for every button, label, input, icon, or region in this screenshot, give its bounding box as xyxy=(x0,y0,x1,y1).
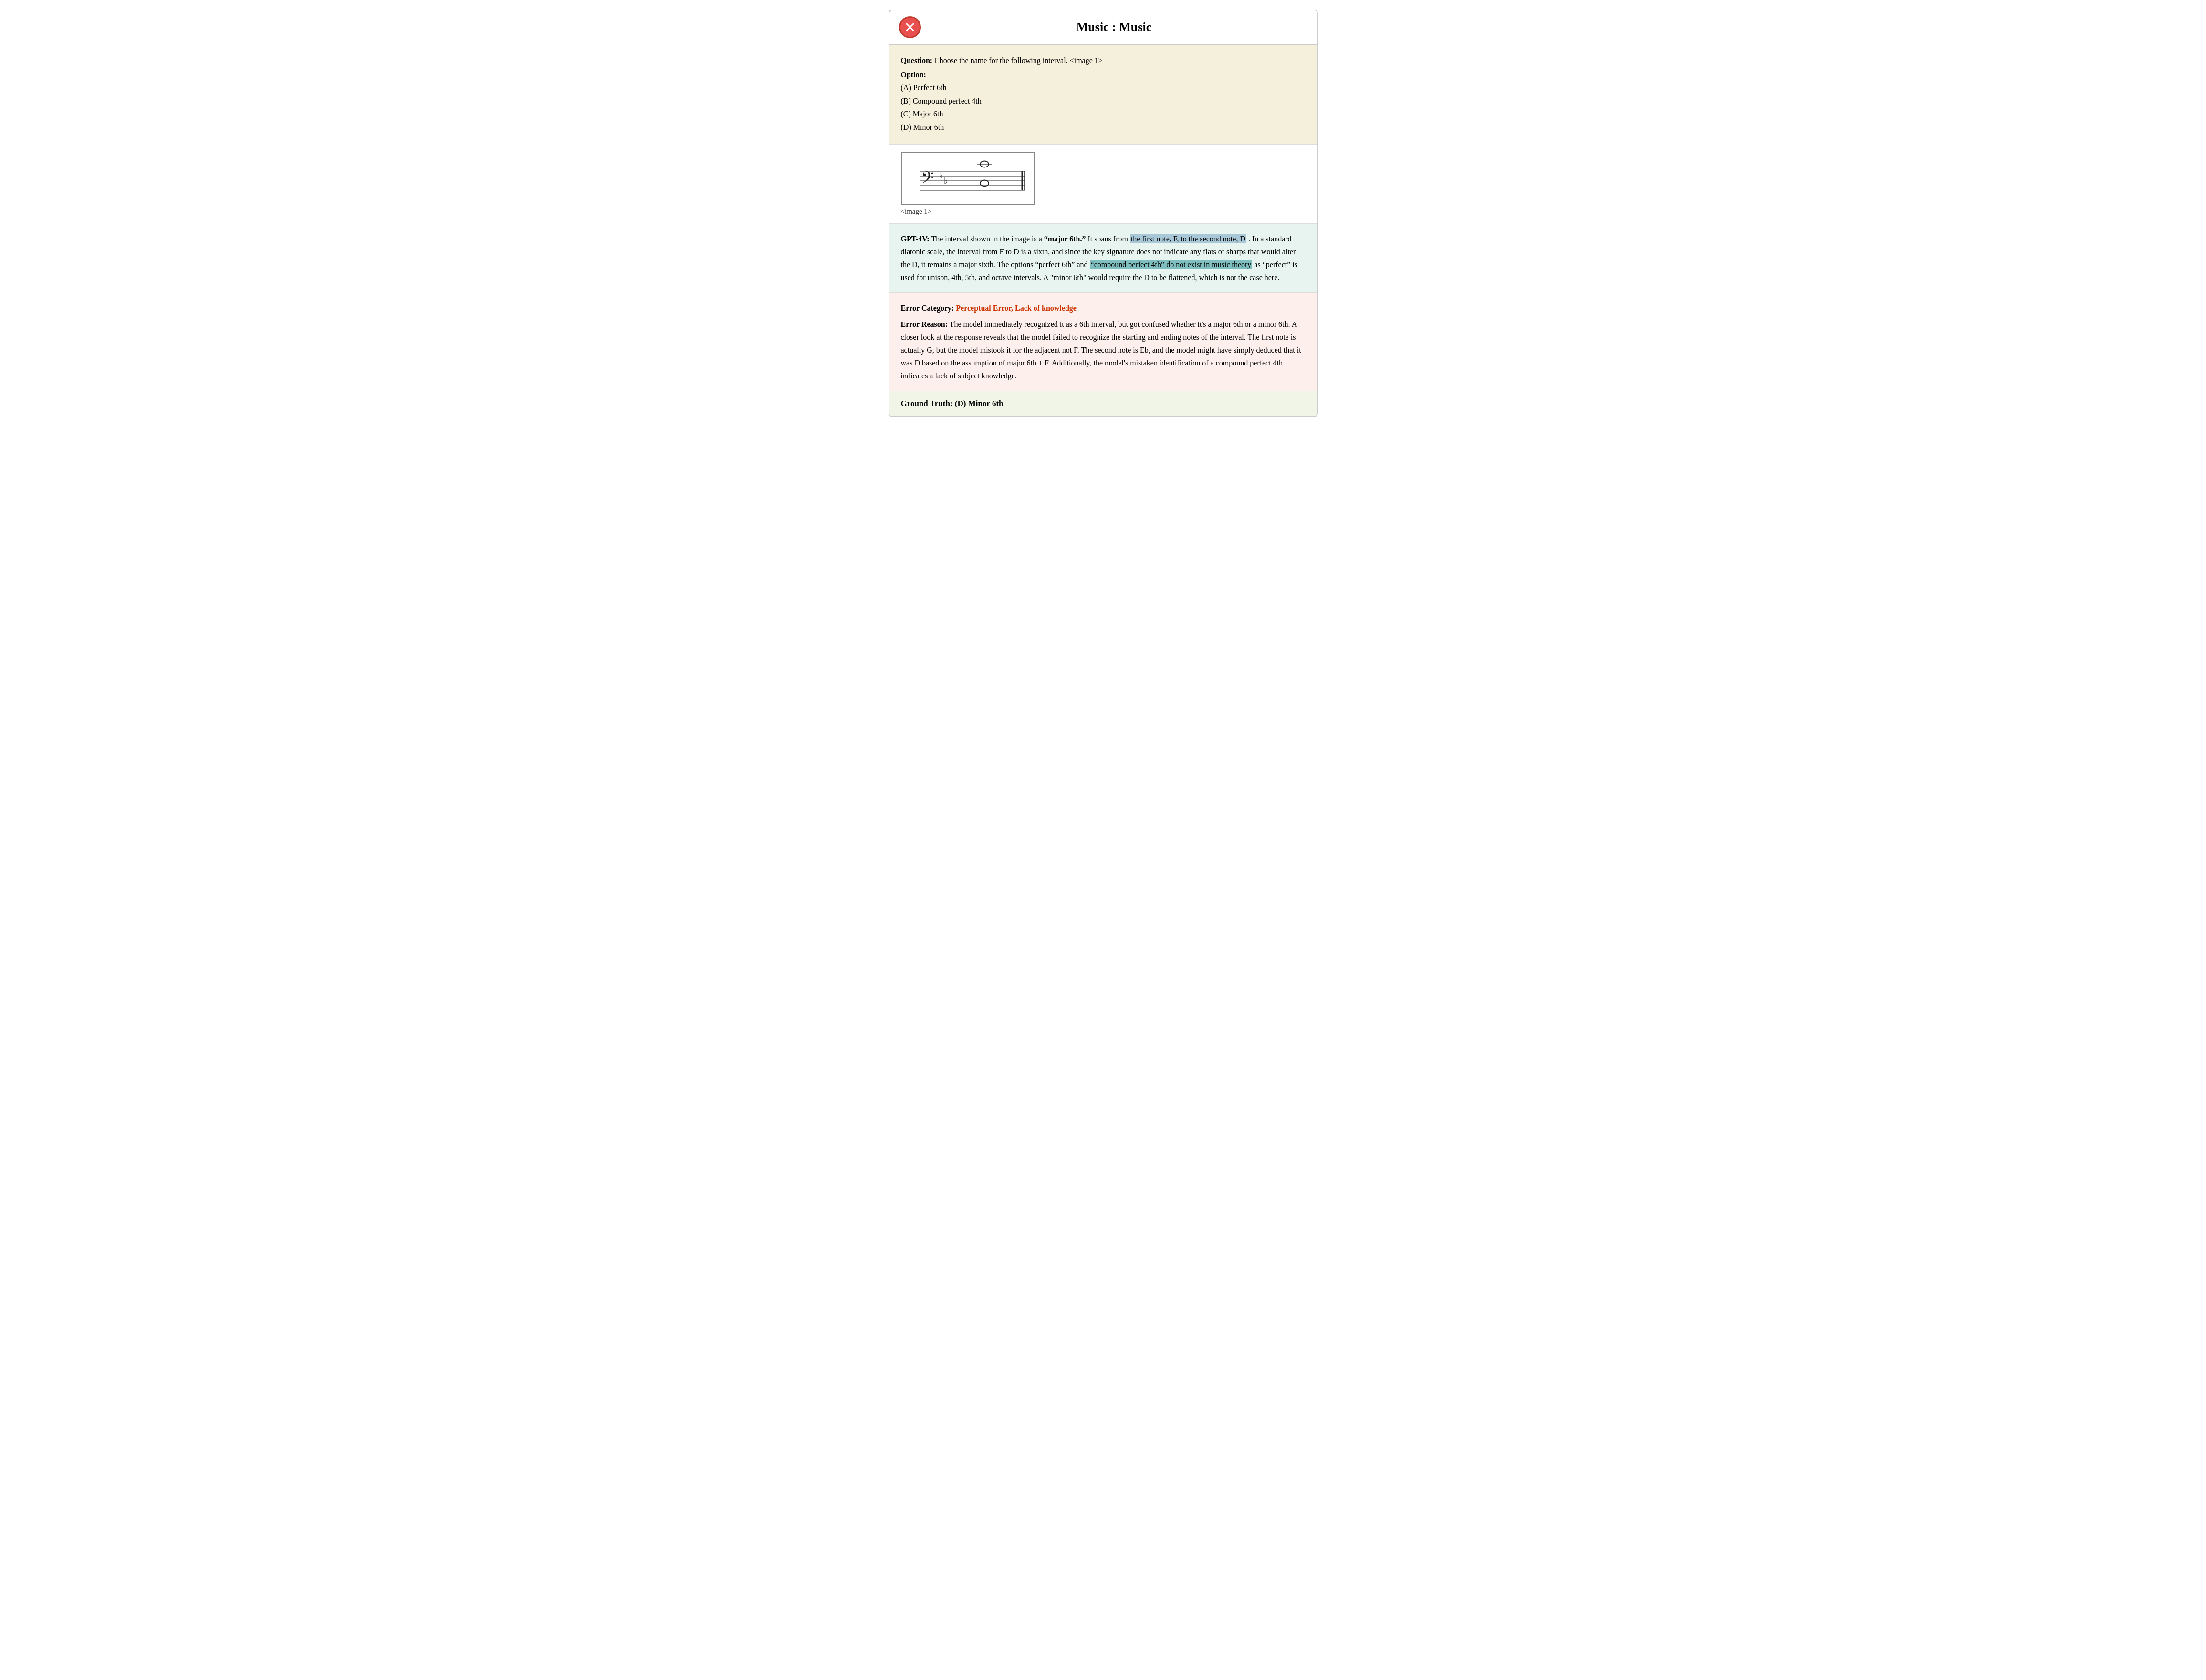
option-d: (D) Minor 6th xyxy=(901,121,1306,134)
question-text: Question: Choose the name for the follow… xyxy=(901,54,1306,67)
svg-text:♭: ♭ xyxy=(939,171,943,180)
gptv-text-2: “major 6th.” xyxy=(1044,235,1086,243)
error-reason-label: Error Reason: xyxy=(901,320,948,328)
gptv-section: GPT-4V: The interval shown in the image … xyxy=(889,224,1317,293)
error-section: Error Category: Perceptual Error, Lack o… xyxy=(889,293,1317,391)
gptv-text-3: It spans from xyxy=(1087,235,1129,243)
main-container: Music : Music Question: Choose the name … xyxy=(889,10,1318,417)
image-section: 𝄢 ♭ ♭ <image 1> xyxy=(889,145,1317,224)
ground-truth-section: Ground Truth: (D) Minor 6th xyxy=(889,391,1317,416)
option-label: Option: xyxy=(901,69,1306,81)
option-a: (A) Perfect 6th xyxy=(901,82,1306,94)
image-caption: <image 1> xyxy=(901,208,932,216)
header: Music : Music xyxy=(889,10,1317,45)
gptv-label: GPT-4V: xyxy=(901,235,930,243)
option-c: (C) Major 6th xyxy=(901,108,1306,120)
error-category-line: Error Category: Perceptual Error, Lack o… xyxy=(901,302,1306,314)
question-label: Question: xyxy=(901,56,933,64)
ground-truth-label: Ground Truth: xyxy=(901,399,953,408)
options-list: Option: (A) Perfect 6th (B) Compound per… xyxy=(901,69,1306,134)
gptv-highlight-2: “compound perfect 4th” do not exist in m… xyxy=(1090,260,1253,269)
svg-text:𝄢: 𝄢 xyxy=(921,169,934,191)
gptv-highlight-1: the first note, F, to the second note, D xyxy=(1130,234,1246,243)
close-button[interactable] xyxy=(899,16,921,38)
error-reason-text: The model immediately recognized it as a… xyxy=(901,320,1301,380)
error-reason-line: Error Reason: The model immediately reco… xyxy=(901,318,1306,383)
music-score-image: 𝄢 ♭ ♭ xyxy=(901,152,1035,205)
error-category-text: Perceptual Error, Lack of knowledge xyxy=(956,304,1077,312)
option-b: (B) Compound perfect 4th xyxy=(901,95,1306,107)
question-body: Choose the name for the following interv… xyxy=(934,56,1103,64)
error-category-label: Error Category: xyxy=(901,304,954,312)
ground-truth-text: (D) Minor 6th xyxy=(955,399,1004,408)
gptv-text-1: The interval shown in the image is a xyxy=(931,235,1044,243)
svg-text:♭: ♭ xyxy=(944,176,948,186)
page-title: Music : Music xyxy=(921,20,1307,34)
music-staff-svg: 𝄢 ♭ ♭ xyxy=(906,157,1030,200)
question-section: Question: Choose the name for the follow… xyxy=(889,45,1317,145)
